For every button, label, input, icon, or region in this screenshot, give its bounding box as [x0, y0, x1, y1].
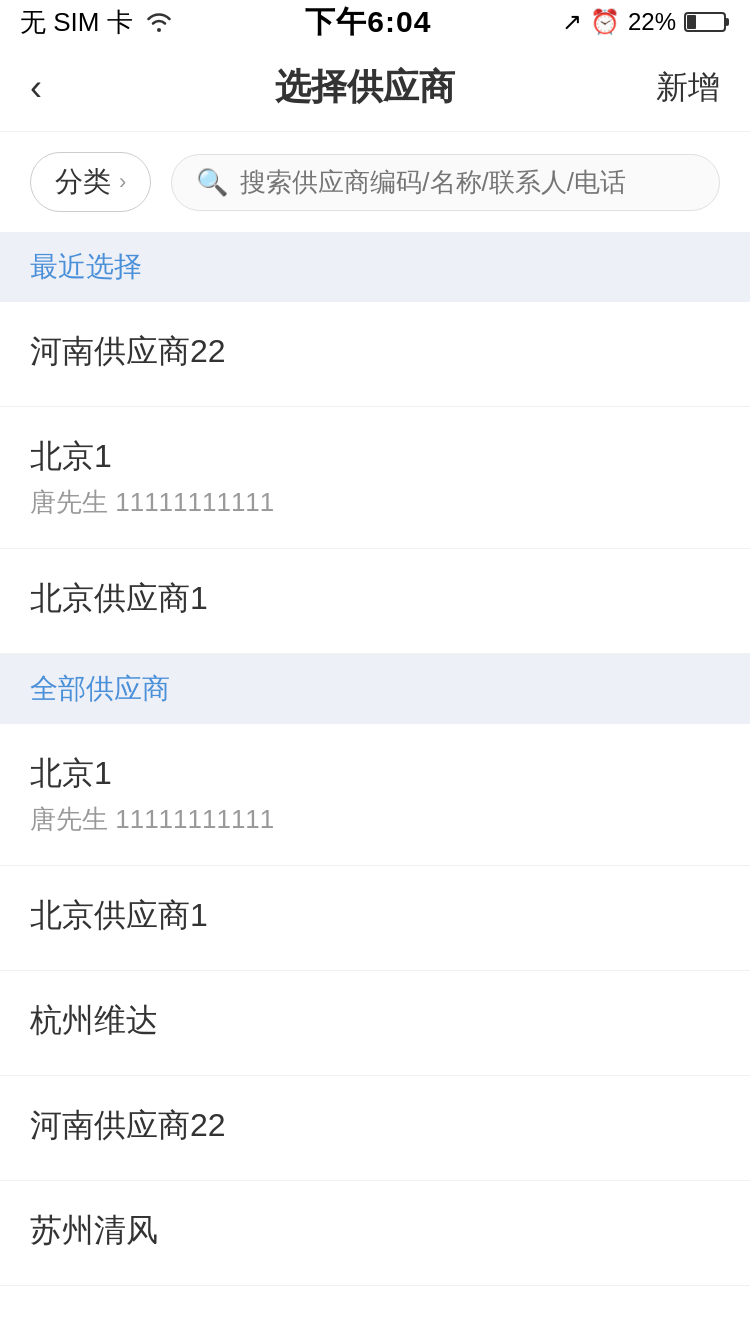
- item-name: 北京供应商1: [30, 577, 720, 621]
- svg-rect-2: [687, 15, 696, 29]
- list-item[interactable]: 北京1 唐先生 11111111111: [0, 407, 750, 549]
- search-icon: 🔍: [196, 167, 228, 198]
- list-item[interactable]: 河南供应商22: [0, 302, 750, 407]
- list-item[interactable]: 北京供应商1: [0, 549, 750, 654]
- search-input[interactable]: [240, 167, 695, 198]
- category-label: 分类: [55, 163, 111, 201]
- back-button[interactable]: ‹: [30, 67, 90, 109]
- wifi-icon: [143, 10, 175, 34]
- battery-label: 22%: [628, 8, 676, 36]
- item-subtitle: 唐先生 11111111111: [30, 485, 720, 520]
- add-button[interactable]: 新增: [640, 66, 720, 110]
- list-item[interactable]: 河南供应商22: [0, 1076, 750, 1181]
- item-name: 杭州维达: [30, 999, 720, 1043]
- search-box[interactable]: 🔍: [171, 154, 720, 211]
- list-item[interactable]: 苏州清风: [0, 1181, 750, 1286]
- item-name: 河南供应商22: [30, 330, 720, 374]
- recent-section-header: 最近选择: [0, 232, 750, 302]
- item-name: 北京1: [30, 752, 720, 796]
- recent-list: 河南供应商22 北京1 唐先生 11111111111 北京供应商1: [0, 302, 750, 654]
- battery-icon: [684, 10, 730, 34]
- item-name: 北京供应商1: [30, 894, 720, 938]
- item-name: 北京1: [30, 435, 720, 479]
- status-bar: 无 SIM 卡 下午6:04 ↗ ⏰ 22%: [0, 0, 750, 44]
- no-sim-label: 无 SIM 卡: [20, 5, 133, 40]
- page-title: 选择供应商: [275, 63, 455, 112]
- status-time: 下午6:04: [305, 2, 431, 43]
- list-item[interactable]: 北京1 唐先生 11111111111: [0, 724, 750, 866]
- alarm-icon: ⏰: [590, 8, 620, 36]
- all-section-label: 全部供应商: [30, 673, 170, 704]
- status-left: 无 SIM 卡: [20, 5, 175, 40]
- list-item[interactable]: 北京供应商1: [0, 866, 750, 971]
- category-chevron-icon: ›: [119, 169, 126, 195]
- category-button[interactable]: 分类 ›: [30, 152, 151, 212]
- nav-bar: ‹ 选择供应商 新增: [0, 44, 750, 132]
- svg-rect-1: [725, 18, 729, 26]
- location-icon: ↗: [562, 8, 582, 36]
- item-name: 河南供应商22: [30, 1104, 720, 1148]
- list-item[interactable]: 杭州维达: [0, 971, 750, 1076]
- status-right: ↗ ⏰ 22%: [562, 8, 730, 36]
- item-subtitle: 唐先生 11111111111: [30, 802, 720, 837]
- item-name: 苏州清风: [30, 1209, 720, 1253]
- all-section-header: 全部供应商: [0, 654, 750, 724]
- recent-section-label: 最近选择: [30, 251, 142, 282]
- filter-bar: 分类 › 🔍: [0, 132, 750, 232]
- all-list: 北京1 唐先生 11111111111 北京供应商1 杭州维达河南供应商22 苏州清风: [0, 724, 750, 1286]
